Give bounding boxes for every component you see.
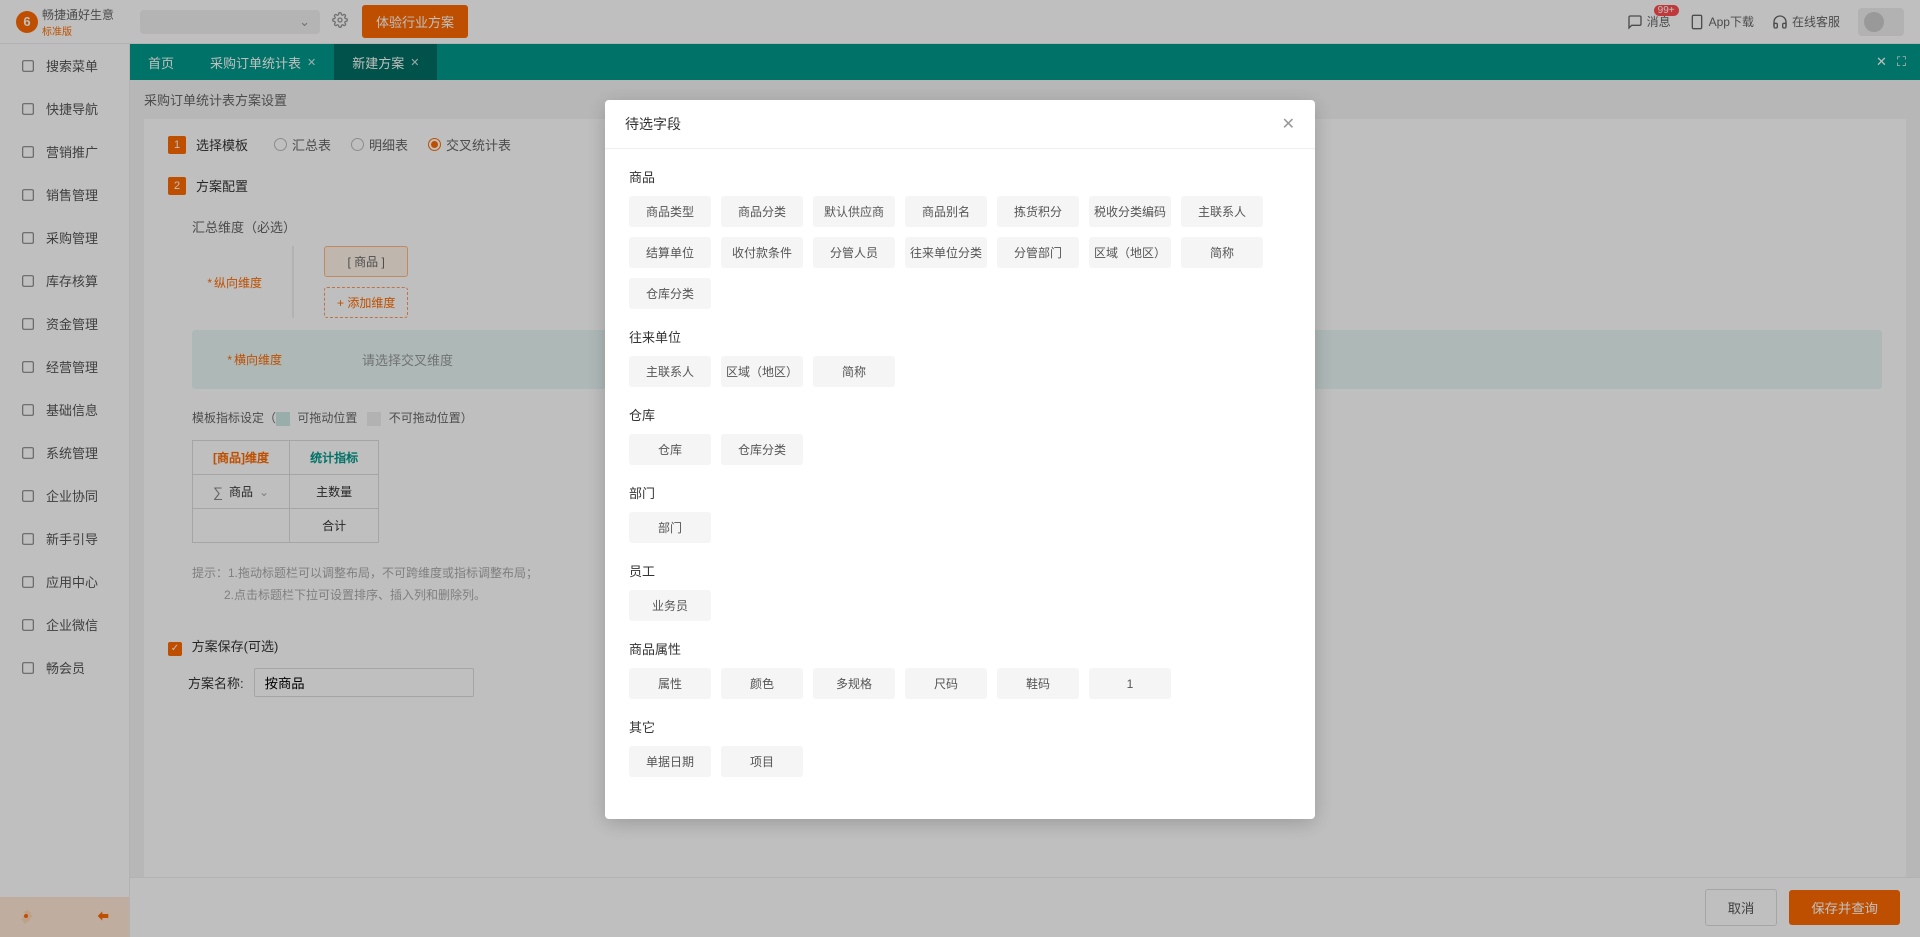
field-group-title: 仓库 <box>629 405 1291 424</box>
field-tag[interactable]: 仓库 <box>629 434 711 465</box>
field-group: 仓库仓库仓库分类 <box>629 405 1291 465</box>
field-tag[interactable]: 往来单位分类 <box>905 237 987 268</box>
field-tag[interactable]: 属性 <box>629 668 711 699</box>
field-group-title: 商品属性 <box>629 639 1291 658</box>
field-tag[interactable]: 业务员 <box>629 590 711 621</box>
field-tag[interactable]: 部门 <box>629 512 711 543</box>
field-tag[interactable]: 仓库分类 <box>721 434 803 465</box>
field-selector-modal: 待选字段 ✕ 商品商品类型商品分类默认供应商商品别名拣货积分税收分类编码主联系人… <box>605 100 1315 819</box>
field-tag[interactable]: 分管人员 <box>813 237 895 268</box>
field-tag[interactable]: 商品类型 <box>629 196 711 227</box>
field-group: 员工业务员 <box>629 561 1291 621</box>
field-group: 商品属性属性颜色多规格尺码鞋码 1 <box>629 639 1291 699</box>
field-group-title: 商品 <box>629 167 1291 186</box>
modal-body: 商品商品类型商品分类默认供应商商品别名拣货积分税收分类编码主联系人结算单位收付款… <box>605 149 1315 819</box>
field-tag[interactable]: 尺码 <box>905 668 987 699</box>
field-tag[interactable]: 主联系人 <box>1181 196 1263 227</box>
field-tag[interactable]: 分管部门 <box>997 237 1079 268</box>
field-group: 其它单据日期项目 <box>629 717 1291 777</box>
modal-title: 待选字段 <box>625 114 681 134</box>
field-tag[interactable]: 拣货积分 <box>997 196 1079 227</box>
field-tag[interactable]: 税收分类编码 <box>1089 196 1171 227</box>
field-tag[interactable]: 商品分类 <box>721 196 803 227</box>
field-tag[interactable]: 区域（地区） <box>721 356 803 387</box>
field-group: 往来单位主联系人区域（地区） 简称 <box>629 327 1291 387</box>
field-tag[interactable]: 仓库分类 <box>629 278 711 309</box>
field-tag[interactable]: 商品别名 <box>905 196 987 227</box>
field-tag[interactable]: 多规格 <box>813 668 895 699</box>
field-group-title: 部门 <box>629 483 1291 502</box>
modal-overlay[interactable]: 待选字段 ✕ 商品商品类型商品分类默认供应商商品别名拣货积分税收分类编码主联系人… <box>0 0 1920 937</box>
field-tag[interactable]: 简称 <box>813 356 895 387</box>
field-tag[interactable]: 默认供应商 <box>813 196 895 227</box>
close-icon[interactable]: ✕ <box>1282 114 1295 134</box>
field-group-title: 往来单位 <box>629 327 1291 346</box>
field-group-title: 员工 <box>629 561 1291 580</box>
field-tag[interactable]: 1 <box>1089 668 1171 699</box>
field-group-title: 其它 <box>629 717 1291 736</box>
field-tag[interactable]: 单据日期 <box>629 746 711 777</box>
field-tag[interactable]: 收付款条件 <box>721 237 803 268</box>
field-tag[interactable]: 颜色 <box>721 668 803 699</box>
modal-header: 待选字段 ✕ <box>605 100 1315 149</box>
field-group: 部门部门 <box>629 483 1291 543</box>
field-tag[interactable]: 结算单位 <box>629 237 711 268</box>
field-group: 商品商品类型商品分类默认供应商商品别名拣货积分税收分类编码主联系人结算单位收付款… <box>629 167 1291 309</box>
field-tag[interactable]: 主联系人 <box>629 356 711 387</box>
field-tag[interactable]: 项目 <box>721 746 803 777</box>
field-tag[interactable]: 区域（地区） <box>1089 237 1171 268</box>
field-tag[interactable]: 简称 <box>1181 237 1263 268</box>
field-tag[interactable]: 鞋码 <box>997 668 1079 699</box>
